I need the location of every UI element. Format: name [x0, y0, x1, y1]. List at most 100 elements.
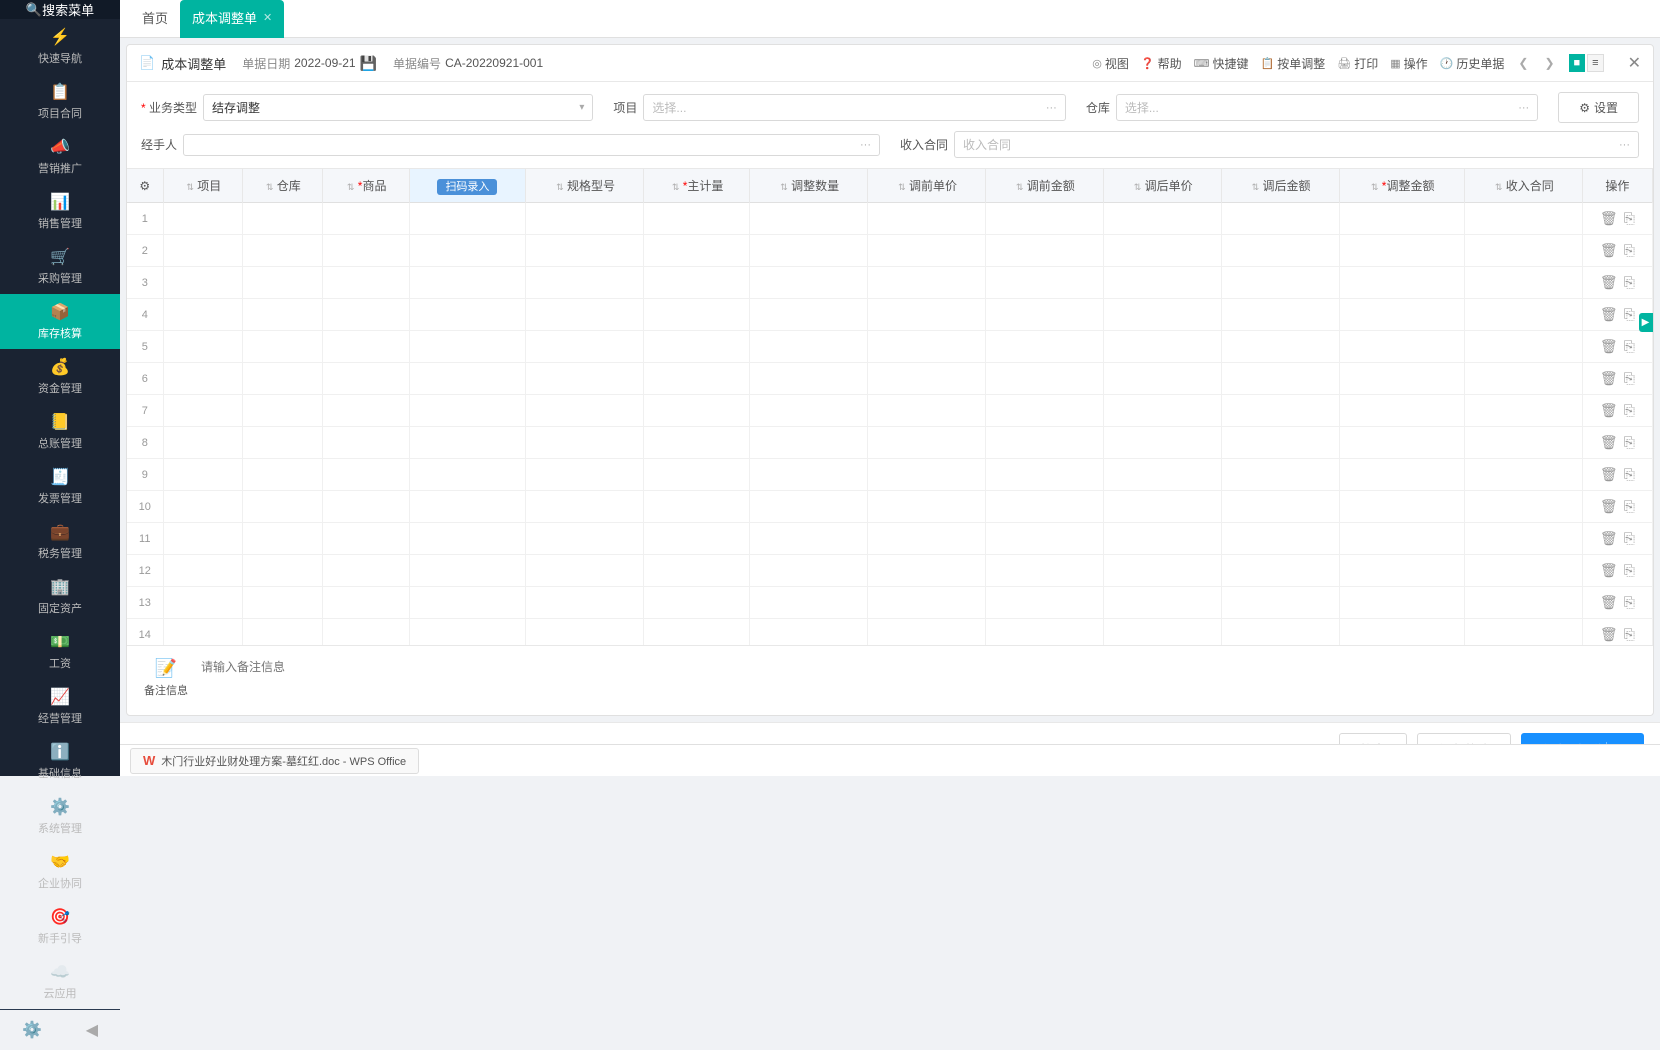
sidebar-item-project-contract[interactable]: 📋项目合同 [0, 74, 120, 129]
sidebar-item-tax-mgmt[interactable]: 💼税务管理 [0, 514, 120, 569]
sidebar-item-ledger-mgmt[interactable]: 📒总账管理 [0, 404, 120, 459]
sidebar-item-purchase-mgmt[interactable]: 🛒采购管理 [0, 239, 120, 294]
business-type-input[interactable]: 结存调整 ▾ [203, 94, 593, 121]
sidebar-item-payroll[interactable]: 💵工资 [0, 624, 120, 679]
view-list-btn[interactable]: ≡ [1587, 54, 1603, 72]
handler-input[interactable]: ··· [183, 134, 880, 156]
enterprise-icon: 🤝 [50, 852, 70, 872]
row-copy-btn[interactable]: ⎘ [1624, 530, 1635, 547]
income-contract-input[interactable]: 收入合同 ··· [954, 131, 1639, 158]
col-income-contract: ⇅ 收入合同 [1464, 169, 1582, 203]
row-delete-btn[interactable]: 🗑 [1600, 338, 1618, 355]
form-row-1: * 业务类型 结存调整 ▾ 项目 选择... ··· 仓库 [141, 92, 1639, 123]
cloud-app-icon: ☁️ [50, 962, 70, 982]
panel-close-btn[interactable]: ✕ [1628, 53, 1641, 73]
view-table-btn[interactable]: ■ [1569, 54, 1586, 72]
sidebar-item-quick-nav[interactable]: ⚡快速导航 [0, 19, 120, 74]
batch-edit-action[interactable]: 📋 按单调整 [1261, 55, 1326, 72]
row-copy-btn[interactable]: ⎘ [1624, 594, 1635, 611]
sidebar-item-ops-mgmt[interactable]: 📈经营管理 [0, 679, 120, 734]
row-copy-btn[interactable]: ⎘ [1624, 242, 1635, 259]
sidebar-item-cloud-app[interactable]: ☁️云应用 [0, 954, 120, 1009]
notes-input[interactable] [201, 654, 1639, 686]
col-scan[interactable]: 扫码录入 [409, 169, 525, 203]
table-row: 13 🗑 ⎘ [127, 587, 1653, 619]
panel-actions: ◎ 视图 ❓ 帮助 ⌨ 快捷键 📋 按单调整 🖨 打印 [1092, 54, 1603, 72]
row-copy-btn[interactable]: ⎘ [1624, 306, 1635, 323]
quick-nav-icon: ⚡ [50, 27, 70, 47]
collapse-icon[interactable]: ◀ [86, 1020, 98, 1040]
sidebar-item-funds-mgmt[interactable]: 💰资金管理 [0, 349, 120, 404]
row-copy-btn[interactable]: ⎘ [1624, 274, 1635, 291]
row-copy-btn[interactable]: ⎘ [1624, 562, 1635, 579]
row-delete-btn[interactable]: 🗑 [1600, 370, 1618, 387]
sidebar-item-inventory-calc[interactable]: 📦库存核算 [0, 294, 120, 349]
row-delete-btn[interactable]: 🗑 [1600, 242, 1618, 259]
notes-area: 📝 备注信息 [127, 645, 1653, 715]
tab-cost-adjust[interactable]: 成本调整单✕ [180, 0, 284, 38]
settings-button[interactable]: ⚙ 设置 [1558, 92, 1639, 123]
sidebar-search-bar[interactable]: 🔍 搜索菜单 [0, 0, 120, 19]
row-delete-btn[interactable]: 🗑 [1600, 210, 1618, 227]
history-action[interactable]: 🕐 历史单据 [1440, 55, 1505, 72]
panel-date: 单据日期 2022-09-21 💾 [242, 55, 377, 72]
tab-bar: 首页成本调整单✕ [120, 0, 1660, 38]
tax-mgmt-icon: 💼 [50, 522, 70, 542]
settings-icon[interactable]: ⚙️ [22, 1020, 42, 1040]
sidebar-item-enterprise[interactable]: 🤝企业协同 [0, 844, 120, 899]
help-action[interactable]: ❓ 帮助 [1141, 55, 1182, 72]
row-delete-btn[interactable]: 🗑 [1600, 306, 1618, 323]
view-action[interactable]: ◎ 视图 [1092, 55, 1129, 72]
table-area[interactable]: ⚙ ⇅ 项目 ⇅ 仓库 ⇅ *商品 扫码录入 ⇅ 规格型号 ⇅ *主计量 ⇅ 调… [127, 169, 1653, 645]
warehouse-input[interactable]: 选择... ··· [1116, 94, 1538, 121]
sidebar-item-sales-promotion[interactable]: 📣营销推广 [0, 129, 120, 184]
row-copy-btn[interactable]: ⎘ [1624, 338, 1635, 355]
row-delete-btn[interactable]: 🗑 [1600, 530, 1618, 547]
row-delete-btn[interactable]: 🗑 [1600, 466, 1618, 483]
col-project: ⇅ 项目 [163, 169, 243, 203]
sidebar-item-sales-mgmt[interactable]: 📊销售管理 [0, 184, 120, 239]
save-doc-icon[interactable]: 💾 [360, 55, 377, 72]
row-delete-btn[interactable]: 🗑 [1600, 498, 1618, 515]
tab-close-cost-adjust[interactable]: ✕ [263, 11, 272, 24]
row-delete-btn[interactable]: 🗑 [1600, 562, 1618, 579]
warehouse-field: 仓库 选择... ··· [1086, 94, 1538, 121]
table-settings-col[interactable]: ⚙ [127, 169, 163, 203]
print-action[interactable]: 🖨 打印 [1337, 55, 1378, 72]
panel-title: 📄 成本调整单 [139, 54, 226, 73]
sidebar-item-invoice-mgmt[interactable]: 🧾发票管理 [0, 459, 120, 514]
form-row-2: 经手人 ··· 收入合同 收入合同 ··· [141, 131, 1639, 158]
table-row: 12 🗑 ⎘ [127, 555, 1653, 587]
table-row: 9 🗑 ⎘ [127, 459, 1653, 491]
row-copy-btn[interactable]: ⎘ [1624, 370, 1635, 387]
sidebar: 🔍 搜索菜单 ⚡快速导航📋项目合同📣营销推广📊销售管理🛒采购管理📦库存核算💰资金… [0, 0, 120, 776]
row-copy-btn[interactable]: ⎘ [1624, 466, 1635, 483]
table-row: 1 🗑 ⎘ [127, 203, 1653, 235]
sidebar-item-fixed-assets[interactable]: 🏢固定资产 [0, 569, 120, 624]
tab-home[interactable]: 首页 [130, 0, 180, 38]
project-input[interactable]: 选择... ··· [643, 94, 1065, 121]
settings-gear-icon: ⚙ [1579, 101, 1590, 115]
row-delete-btn[interactable]: 🗑 [1600, 626, 1618, 643]
row-copy-btn[interactable]: ⎘ [1624, 626, 1635, 643]
date-value: 2022-09-21 [294, 56, 355, 70]
row-copy-btn[interactable]: ⎘ [1624, 210, 1635, 227]
row-delete-btn[interactable]: 🗑 [1600, 594, 1618, 611]
operations-action[interactable]: ▦ 操作 [1390, 55, 1427, 72]
row-copy-btn[interactable]: ⎘ [1624, 498, 1635, 515]
row-copy-btn[interactable]: ⎘ [1624, 434, 1635, 451]
sidebar-item-new-guide[interactable]: 🎯新手引导 [0, 899, 120, 954]
row-delete-btn[interactable]: 🗑 [1600, 274, 1618, 291]
taskbar-wps-item[interactable]: W 木门行业好业财处理方案-墓红红.doc - WPS Office [130, 748, 419, 774]
sidebar-item-basic-info[interactable]: ℹ️基础信息 [0, 734, 120, 789]
sidebar-item-sys-mgmt[interactable]: ⚙️系统管理 [0, 789, 120, 844]
shortcut-action[interactable]: ⌨ 快捷键 [1194, 55, 1249, 72]
table-row: 8 🗑 ⎘ [127, 427, 1653, 459]
row-delete-btn[interactable]: 🗑 [1600, 402, 1618, 419]
wps-icon: W [143, 753, 155, 768]
col-adj-amt: ⇅ *调整金额 [1339, 169, 1464, 203]
row-delete-btn[interactable]: 🗑 [1600, 434, 1618, 451]
side-panel-indicator[interactable]: ▶ [1639, 313, 1653, 332]
ledger-mgmt-icon: 📒 [50, 412, 70, 432]
row-copy-btn[interactable]: ⎘ [1624, 402, 1635, 419]
